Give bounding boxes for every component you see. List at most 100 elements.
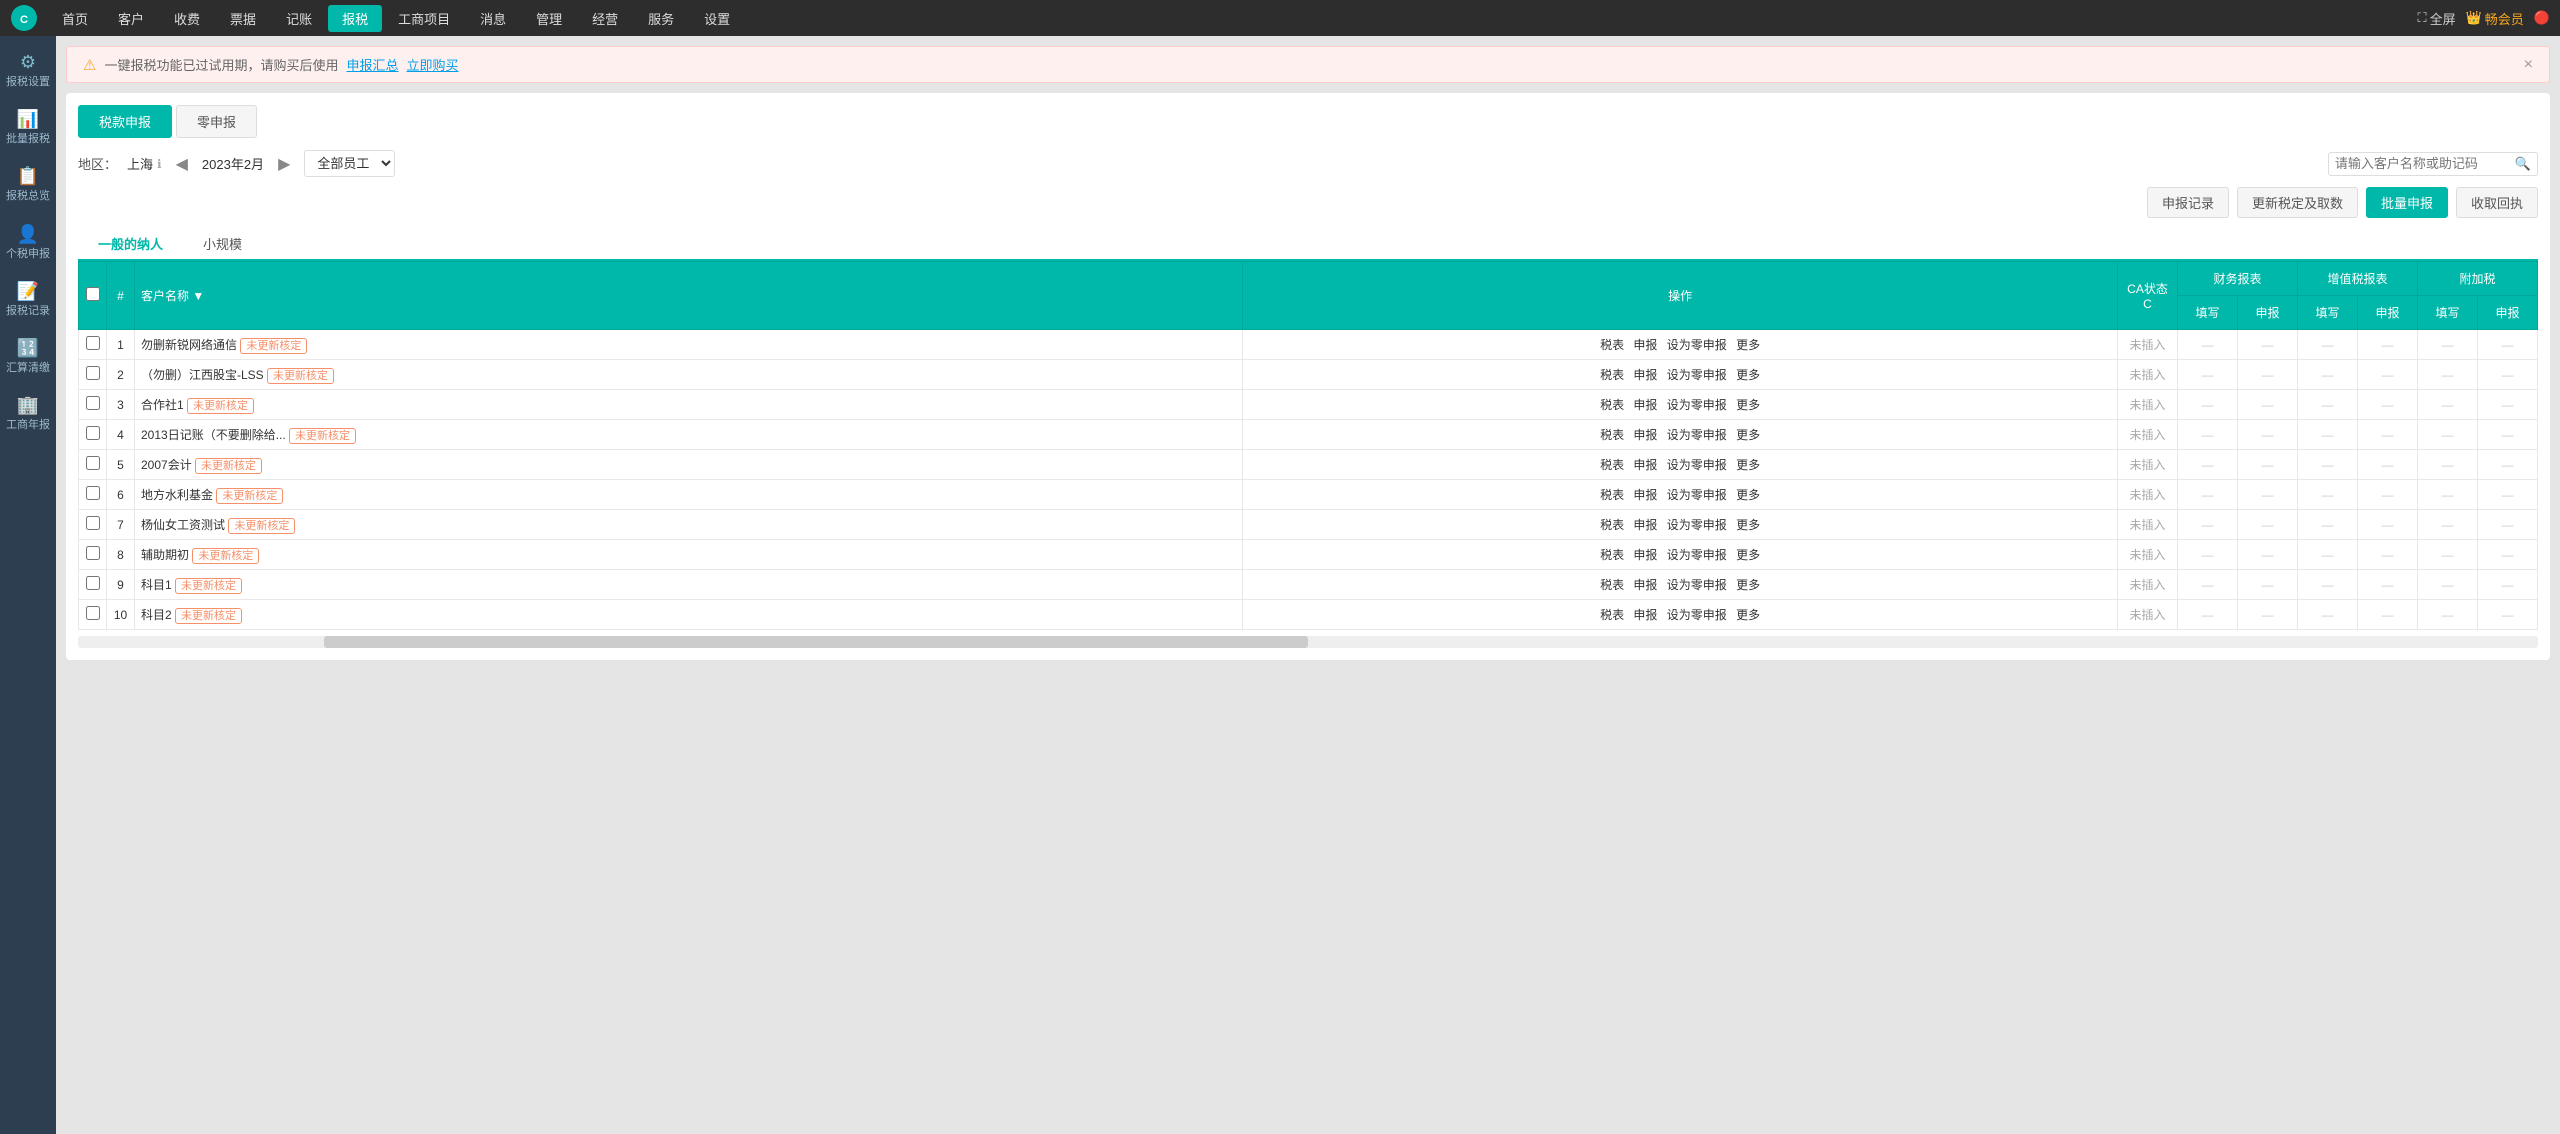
nav-tax[interactable]: 报税 xyxy=(328,5,382,32)
row-op-8-2[interactable]: 设为零申报 xyxy=(1664,578,1730,592)
row-op-2-1[interactable]: 申报 xyxy=(1630,398,1660,412)
nav-fee[interactable]: 收费 xyxy=(160,5,214,32)
collect-receipt-button[interactable]: 收取回执 xyxy=(2456,187,2538,218)
row-op-8-3[interactable]: 更多 xyxy=(1733,578,1763,592)
row-op-0-3[interactable]: 更多 xyxy=(1733,338,1763,352)
row-op-3-0[interactable]: 税表 xyxy=(1597,428,1627,442)
row-checkbox-9[interactable] xyxy=(86,606,100,620)
row-tax-submit-5: — xyxy=(2358,480,2418,510)
select-all-checkbox[interactable] xyxy=(86,287,100,301)
row-checkbox-4[interactable] xyxy=(86,456,100,470)
row-op-4-1[interactable]: 申报 xyxy=(1630,458,1660,472)
row-ops-8: 税表 申报 设为零申报 更多 xyxy=(1243,570,2118,600)
row-checkbox-2[interactable] xyxy=(86,396,100,410)
sidebar-item-batch-tax[interactable]: 📊 批量报税 xyxy=(0,101,56,154)
row-checkbox-7[interactable] xyxy=(86,546,100,560)
row-op-3-3[interactable]: 更多 xyxy=(1733,428,1763,442)
sidebar-item-tax-overview[interactable]: 📋 报税总览 xyxy=(0,158,56,211)
sidebar-item-settlement[interactable]: 🔢 汇算清缴 xyxy=(0,330,56,383)
row-op-7-2[interactable]: 设为零申报 xyxy=(1664,548,1730,562)
row-checkbox-1[interactable] xyxy=(86,366,100,380)
row-op-6-1[interactable]: 申报 xyxy=(1630,518,1660,532)
sidebar-item-personal-tax[interactable]: 👤 个税申报 xyxy=(0,216,56,269)
row-op-9-0[interactable]: 税表 xyxy=(1597,608,1627,622)
row-op-1-3[interactable]: 更多 xyxy=(1733,368,1763,382)
nav-operation[interactable]: 经营 xyxy=(578,5,632,32)
batch-declare-button[interactable]: 批量申报 xyxy=(2366,187,2448,218)
nav-home[interactable]: 首页 xyxy=(48,5,102,32)
search-icon[interactable]: 🔍 xyxy=(2515,156,2531,172)
info-icon[interactable]: ℹ xyxy=(157,157,162,171)
fullscreen-button[interactable]: ⛶ 全屏 xyxy=(2417,9,2455,28)
horizontal-scrollbar[interactable] xyxy=(78,636,2538,648)
row-checkbox-5[interactable] xyxy=(86,486,100,500)
sidebar-item-annual-report[interactable]: 🏢 工商年报 xyxy=(0,387,56,440)
nav-service[interactable]: 服务 xyxy=(634,5,688,32)
row-op-9-3[interactable]: 更多 xyxy=(1733,608,1763,622)
date-next-button[interactable]: ▶ xyxy=(274,152,294,176)
row-op-0-1[interactable]: 申报 xyxy=(1630,338,1660,352)
nav-message[interactable]: 消息 xyxy=(466,5,520,32)
search-input[interactable] xyxy=(2335,156,2515,171)
tab-small-scale[interactable]: 小规模 xyxy=(183,228,262,261)
scrollbar-thumb[interactable] xyxy=(324,636,1308,648)
row-op-0-0[interactable]: 税表 xyxy=(1597,338,1627,352)
row-op-6-3[interactable]: 更多 xyxy=(1733,518,1763,532)
row-op-1-1[interactable]: 申报 xyxy=(1630,368,1660,382)
tab-tax-declaration[interactable]: 税款申报 xyxy=(78,105,172,138)
row-op-5-0[interactable]: 税表 xyxy=(1597,488,1627,502)
declaration-record-button[interactable]: 申报记录 xyxy=(2147,187,2229,218)
staff-select[interactable]: 全部员工 xyxy=(304,150,395,177)
sidebar-personal-tax-label: 个税申报 xyxy=(6,248,50,261)
nav-business[interactable]: 工商项目 xyxy=(384,5,464,32)
nav-manage[interactable]: 管理 xyxy=(522,5,576,32)
member-button[interactable]: 👑 畅会员 xyxy=(2466,9,2524,28)
row-op-9-2[interactable]: 设为零申报 xyxy=(1664,608,1730,622)
row-op-0-2[interactable]: 设为零申报 xyxy=(1664,338,1730,352)
row-op-5-3[interactable]: 更多 xyxy=(1733,488,1763,502)
row-op-2-0[interactable]: 税表 xyxy=(1597,398,1627,412)
row-op-1-2[interactable]: 设为零申报 xyxy=(1664,368,1730,382)
date-prev-button[interactable]: ◀ xyxy=(172,152,192,176)
sidebar-item-tax-settings[interactable]: ⚙ 报税设置 xyxy=(0,44,56,97)
row-op-8-0[interactable]: 税表 xyxy=(1597,578,1627,592)
row-checkbox-3[interactable] xyxy=(86,426,100,440)
row-checkbox-6[interactable] xyxy=(86,516,100,530)
notice-close-button[interactable]: × xyxy=(2524,56,2533,74)
user-avatar[interactable]: 🔴 xyxy=(2534,10,2550,26)
row-op-3-2[interactable]: 设为零申报 xyxy=(1664,428,1730,442)
row-op-9-1[interactable]: 申报 xyxy=(1630,608,1660,622)
row-op-4-2[interactable]: 设为零申报 xyxy=(1664,458,1730,472)
row-checkbox-8[interactable] xyxy=(86,576,100,590)
nav-client[interactable]: 客户 xyxy=(104,5,158,32)
row-op-2-2[interactable]: 设为零申报 xyxy=(1664,398,1730,412)
tab-zero-declaration[interactable]: 零申报 xyxy=(176,105,257,138)
row-op-3-1[interactable]: 申报 xyxy=(1630,428,1660,442)
row-checkbox-0[interactable] xyxy=(86,336,100,350)
row-op-7-3[interactable]: 更多 xyxy=(1733,548,1763,562)
row-op-1-0[interactable]: 税表 xyxy=(1597,368,1627,382)
row-name-8: 科目1 未更新核定 xyxy=(135,570,1243,600)
th-ca: CA状态C xyxy=(2118,262,2178,330)
sidebar-item-tax-record[interactable]: 📝 报税记录 xyxy=(0,273,56,326)
row-op-6-2[interactable]: 设为零申报 xyxy=(1664,518,1730,532)
notice-link-buy[interactable]: 立即购买 xyxy=(406,55,458,74)
tab-general-taxpayer[interactable]: 一般的纳人 xyxy=(78,228,183,261)
nav-invoice[interactable]: 票据 xyxy=(216,5,270,32)
update-tax-button[interactable]: 更新税定及取数 xyxy=(2237,187,2358,218)
nav-settings[interactable]: 设置 xyxy=(690,5,744,32)
row-op-7-0[interactable]: 税表 xyxy=(1597,548,1627,562)
row-op-2-3[interactable]: 更多 xyxy=(1733,398,1763,412)
row-op-4-0[interactable]: 税表 xyxy=(1597,458,1627,472)
row-op-6-0[interactable]: 税表 xyxy=(1597,518,1627,532)
row-op-8-1[interactable]: 申报 xyxy=(1630,578,1660,592)
row-op-5-2[interactable]: 设为零申报 xyxy=(1664,488,1730,502)
notice-link-summary[interactable]: 申报汇总 xyxy=(346,55,398,74)
logo-icon[interactable]: C xyxy=(10,4,38,32)
row-op-5-1[interactable]: 申报 xyxy=(1630,488,1660,502)
row-op-7-1[interactable]: 申报 xyxy=(1630,548,1660,562)
personal-tax-icon: 👤 xyxy=(17,224,39,245)
row-ca-4: 未插入 xyxy=(2118,450,2178,480)
nav-account[interactable]: 记账 xyxy=(272,5,326,32)
row-op-4-3[interactable]: 更多 xyxy=(1733,458,1763,472)
